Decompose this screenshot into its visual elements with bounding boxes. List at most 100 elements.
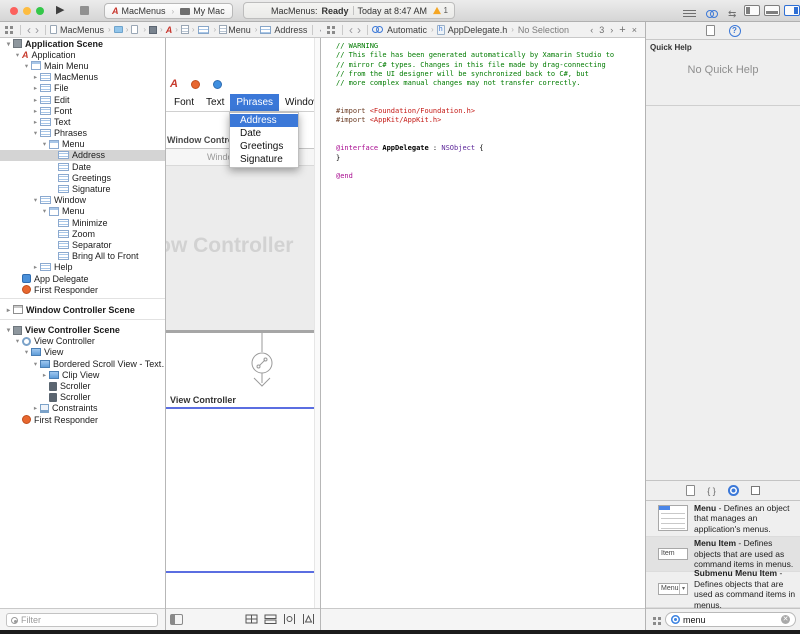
nav-chevron[interactable]: ‹ <box>27 25 31 35</box>
outline-row-greetings[interactable]: Greetings <box>0 172 165 183</box>
code-editor[interactable]: // WARNING// This file has been generate… <box>321 38 645 608</box>
nav-chevron[interactable]: › <box>357 25 361 35</box>
outline-row-window[interactable]: ▾Window <box>0 195 165 206</box>
file-template-library-icon[interactable] <box>686 485 695 496</box>
editor-divider[interactable] <box>320 38 321 630</box>
close-editor-button[interactable]: × <box>632 25 637 35</box>
outline-row-menu[interactable]: ▾Menu <box>0 139 165 150</box>
disclosure-right-icon[interactable]: ▸ <box>31 73 40 81</box>
outline-row-font[interactable]: ▸Font <box>0 105 165 116</box>
library-search-input[interactable]: menu ✕ <box>665 612 796 627</box>
outline-row-application[interactable]: ▾AApplication <box>0 49 165 60</box>
disclosure-right-icon[interactable]: ▸ <box>31 118 40 126</box>
outline-row-window-controller-scene[interactable]: ▸Window Controller Scene <box>0 304 165 315</box>
disclosure-down-icon[interactable]: ▾ <box>22 348 31 356</box>
prev-counterpart-button[interactable]: ‹ <box>590 25 593 35</box>
disclosure-right-icon[interactable]: ▸ <box>31 96 40 104</box>
interface-jump-bar[interactable]: ‹›MacMenus››››A›››Menu›Address‹› <box>0 22 321 38</box>
inspector-toggle-icon[interactable] <box>784 5 800 16</box>
scheme-selector[interactable]: A MacMenus › My Mac <box>104 3 233 19</box>
first-responder-icon[interactable] <box>191 80 200 89</box>
disclosure-right-icon[interactable]: ▸ <box>40 371 49 379</box>
standard-editor-icon[interactable] <box>683 10 696 19</box>
disclosure-down-icon[interactable]: ▾ <box>40 140 49 148</box>
menubar-item-font[interactable]: Font <box>168 94 200 111</box>
breadcrumb-item[interactable]: No Selection <box>518 25 569 35</box>
warning-badge[interactable]: 1 <box>432 6 448 15</box>
outline-row-constraints[interactable]: ▸Constraints <box>0 403 165 414</box>
run-button[interactable]: ▶ <box>56 3 64 16</box>
breadcrumb-item[interactable]: AppDelegate.h <box>448 25 508 35</box>
outline-row-file[interactable]: ▸File <box>0 83 165 94</box>
outline-row-first-responder[interactable]: First Responder <box>0 414 165 425</box>
outline-row-date[interactable]: Date <box>0 161 165 172</box>
outline-row-text[interactable]: ▸Text <box>0 116 165 127</box>
update-frames-icon[interactable] <box>245 613 258 625</box>
breadcrumb-item[interactable]: Address <box>274 25 307 35</box>
disclosure-down-icon[interactable]: ▾ <box>31 196 40 204</box>
outline-row-minimize[interactable]: Minimize <box>0 217 165 228</box>
version-editor-icon[interactable]: ⇆ <box>728 10 736 19</box>
code-snippet-library-icon[interactable]: { } <box>707 486 716 496</box>
align-icon[interactable] <box>283 613 296 625</box>
nav-chevron[interactable]: ‹ <box>349 25 353 35</box>
disclosure-down-icon[interactable]: ▾ <box>4 40 13 48</box>
breadcrumb-item[interactable]: MacMenus <box>60 25 104 35</box>
segue-arrow[interactable] <box>244 333 280 395</box>
breadcrumb-item[interactable]: Menu <box>228 25 251 35</box>
stop-button[interactable] <box>80 6 89 15</box>
outline-row-bordered-scroll-view-text-[interactable]: ▾Bordered Scroll View - Text… <box>0 358 165 369</box>
outline-row-scroller[interactable]: Scroller <box>0 392 165 403</box>
view-controller-label[interactable]: View Controller <box>170 395 236 405</box>
disclosure-right-icon[interactable]: ▸ <box>31 84 40 92</box>
outline-row-first-responder[interactable]: First Responder <box>0 284 165 295</box>
media-library-icon[interactable] <box>751 486 760 495</box>
nav-chevron[interactable]: › <box>35 25 39 35</box>
breadcrumb-item[interactable]: Automatic <box>387 25 427 35</box>
file-inspector-icon[interactable] <box>706 25 715 36</box>
outline-row-clip-view[interactable]: ▸Clip View <box>0 369 165 380</box>
minimize-window-button[interactable] <box>23 7 31 15</box>
outline-row-help[interactable]: ▸Help <box>0 262 165 273</box>
assistant-editor-icon[interactable] <box>706 5 718 23</box>
menubar-item-phrases[interactable]: Phrases <box>230 94 279 111</box>
outline-row-phrases[interactable]: ▾Phrases <box>0 128 165 139</box>
navigator-divider[interactable] <box>165 38 166 630</box>
outline-toggle-icon[interactable] <box>170 614 183 625</box>
outline-row-edit[interactable]: ▸Edit <box>0 94 165 105</box>
disclosure-down-icon[interactable]: ▾ <box>4 326 13 334</box>
clear-search-icon[interactable]: ✕ <box>781 615 790 624</box>
filter-input[interactable]: Filter <box>6 613 158 627</box>
outline-row-zoom[interactable]: Zoom <box>0 228 165 239</box>
debug-area-toggle-icon[interactable] <box>764 5 780 16</box>
next-counterpart-button[interactable]: › <box>610 25 613 35</box>
outline-row-macmenus[interactable]: ▸MacMenus <box>0 72 165 83</box>
menu-item-greetings[interactable]: Greetings <box>230 140 298 153</box>
outline-row-application-scene[interactable]: ▾Application Scene <box>0 38 165 49</box>
navigator-toggle-icon[interactable] <box>744 5 760 16</box>
outline-row-bring-all-to-front[interactable]: Bring All to Front <box>0 251 165 262</box>
disclosure-down-icon[interactable]: ▾ <box>22 62 31 70</box>
menu-item-date[interactable]: Date <box>230 127 298 140</box>
library-item-submenu-menu-item[interactable]: Menu▾Submenu Menu Item - Defines objects… <box>646 572 800 608</box>
disclosure-right-icon[interactable]: ▸ <box>4 306 13 314</box>
disclosure-down-icon[interactable]: ▾ <box>13 51 22 59</box>
add-editor-button[interactable]: + <box>619 24 625 36</box>
resolve-autolayout-icon[interactable] <box>302 613 315 625</box>
outline-row-separator[interactable]: Separator <box>0 239 165 250</box>
outline-row-signature[interactable]: Signature <box>0 183 165 194</box>
close-window-button[interactable] <box>10 7 18 15</box>
quick-help-icon[interactable]: ? <box>729 25 741 37</box>
application-icon[interactable]: A <box>170 78 178 90</box>
disclosure-right-icon[interactable]: ▸ <box>31 404 40 412</box>
menu-item-signature[interactable]: Signature <box>230 153 298 166</box>
outline-row-app-delegate[interactable]: App Delegate <box>0 273 165 284</box>
library-item-menu[interactable]: Menu - Defines an object that manages an… <box>646 501 800 537</box>
library-item-menu-item[interactable]: ItemMenu Item - Defines objects that are… <box>646 537 800 573</box>
disclosure-down-icon[interactable]: ▾ <box>31 360 40 368</box>
disclosure-down-icon[interactable]: ▾ <box>40 207 49 215</box>
outline-row-view[interactable]: ▾View <box>0 347 165 358</box>
outline-row-main-menu[interactable]: ▾Main Menu <box>0 60 165 71</box>
related-items-icon[interactable] <box>5 26 8 29</box>
app-delegate-icon[interactable] <box>213 80 222 89</box>
